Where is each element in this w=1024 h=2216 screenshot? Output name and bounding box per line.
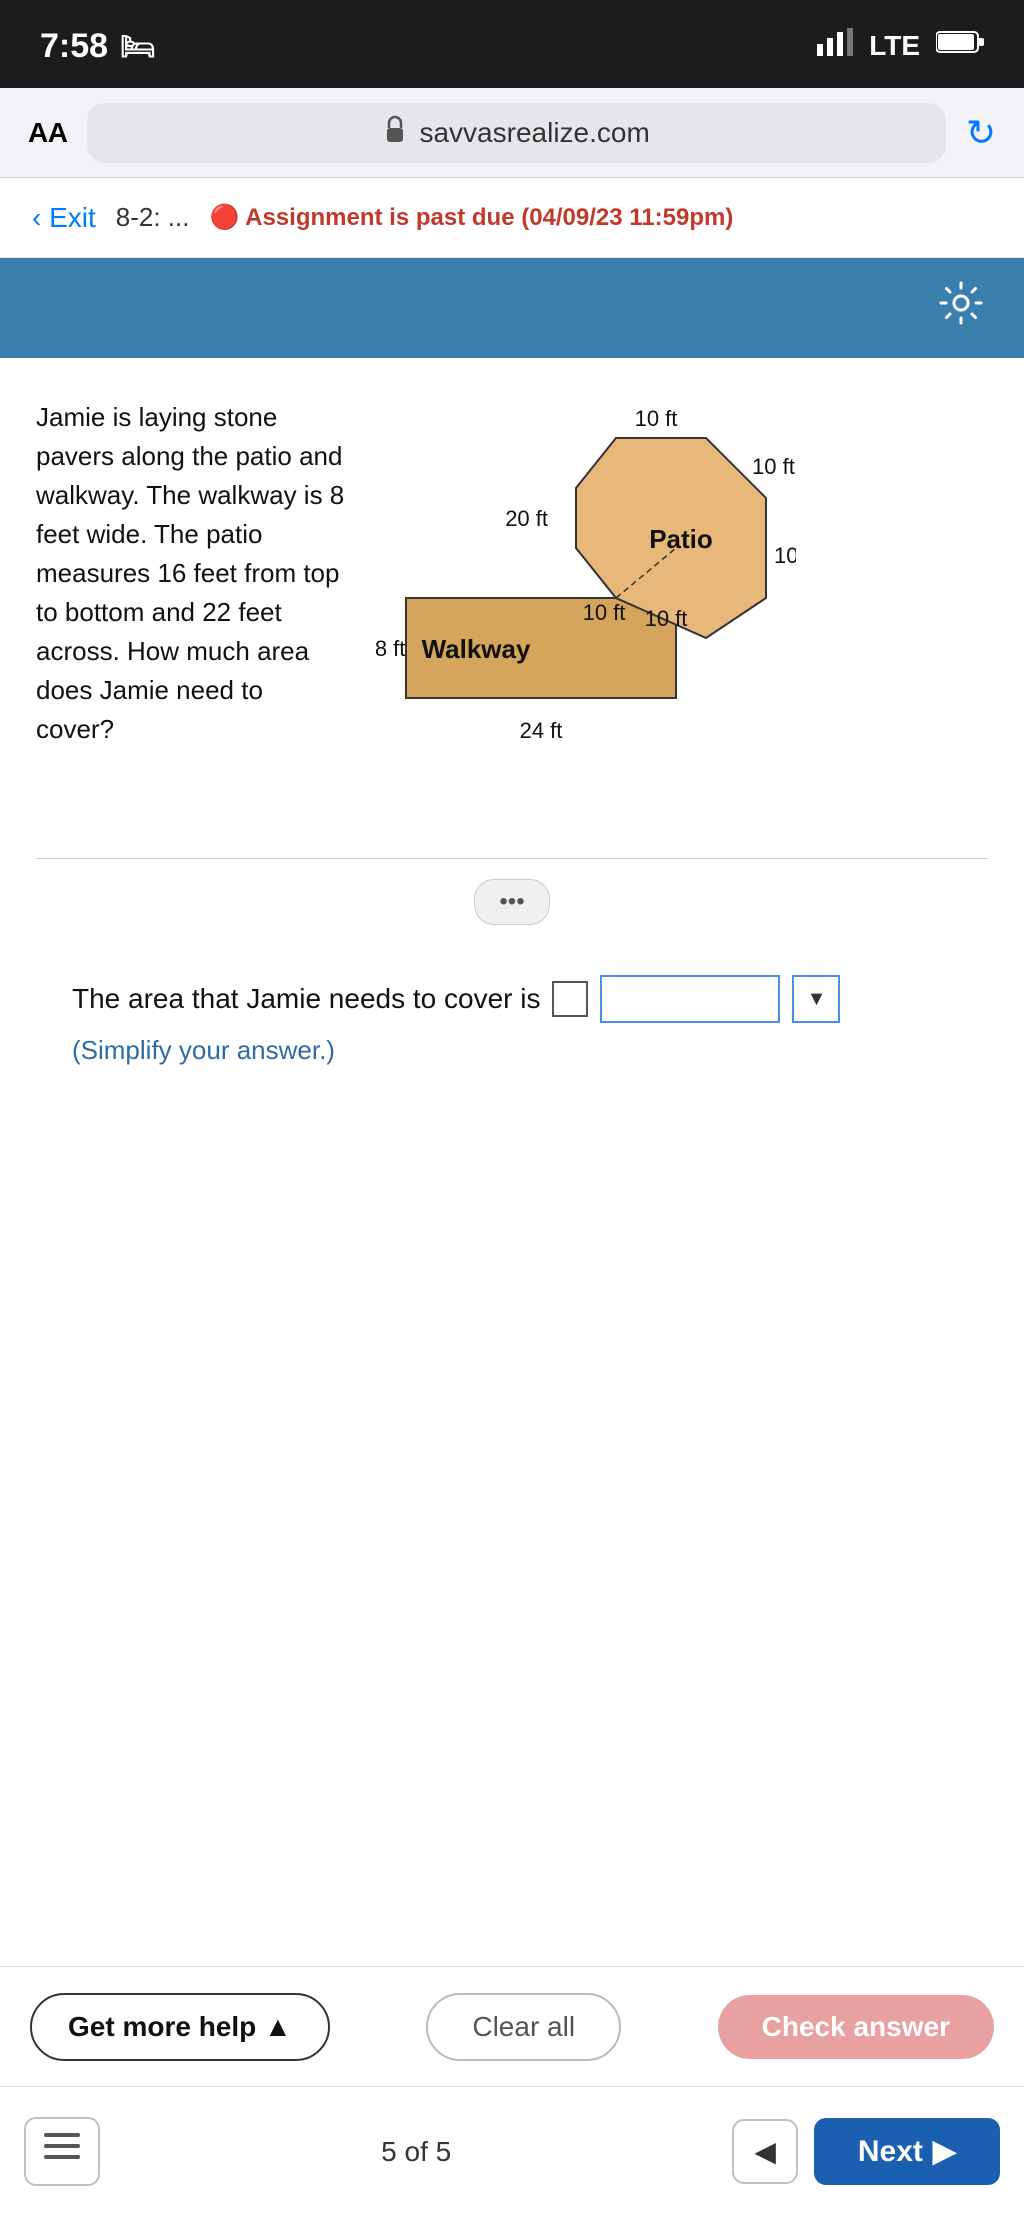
svg-text:20 ft: 20 ft xyxy=(505,506,548,531)
next-button[interactable]: Next ▶ xyxy=(814,2118,1000,2185)
page-nav-group: ◀ Next ▶ xyxy=(732,2118,1000,2185)
svg-text:10 ft: 10 ft xyxy=(774,543,796,568)
status-right: LTE xyxy=(817,28,984,64)
svg-text:Patio: Patio xyxy=(649,524,713,554)
get-more-help-button[interactable]: Get more help ▲ xyxy=(30,1993,330,2061)
svg-text:10 ft: 10 ft xyxy=(752,454,795,479)
clear-all-button[interactable]: Clear all xyxy=(426,1993,621,2061)
diagram-area: Walkway 24 ft 18 ft Patio 10 ft 10 ft xyxy=(376,398,988,818)
answer-line: The area that Jamie needs to cover is ▼ xyxy=(72,975,952,1023)
time-display: 7:58 xyxy=(40,27,108,66)
list-icon xyxy=(44,2139,80,2169)
text-size-button[interactable]: AA xyxy=(28,117,67,149)
alarm-icon: 🛏 xyxy=(120,30,156,63)
answer-prefix: The area that Jamie needs to cover is xyxy=(72,983,540,1015)
expand-button[interactable]: ••• xyxy=(474,879,549,925)
svg-text:10 ft: 10 ft xyxy=(583,600,626,625)
simplify-note: (Simplify your answer.) xyxy=(72,1035,952,1066)
divider-section: ••• xyxy=(36,858,988,925)
bottom-toolbar: Get more help ▲ Clear all Check answer xyxy=(0,1966,1024,2086)
svg-text:24 ft: 24 ft xyxy=(520,718,563,743)
svg-text:10 ft: 10 ft xyxy=(635,406,678,431)
diagram-svg: Walkway 24 ft 18 ft Patio 10 ft 10 ft xyxy=(376,398,796,788)
answer-area: The area that Jamie needs to cover is ▼ … xyxy=(36,955,988,1086)
svg-text:10 ft: 10 ft xyxy=(645,606,688,631)
next-arrow-icon: ▶ xyxy=(933,2134,956,2169)
content-header xyxy=(0,258,1024,358)
url-bar[interactable]: savvasrealize.com xyxy=(87,103,945,163)
check-answer-button[interactable]: Check answer xyxy=(718,1995,994,2059)
status-time: 7:58 🛏 xyxy=(40,27,156,66)
svg-text:Walkway: Walkway xyxy=(422,634,531,664)
url-text: savvasrealize.com xyxy=(419,117,649,149)
next-label: Next xyxy=(858,2135,923,2169)
dropdown-arrow: ▼ xyxy=(807,988,827,1011)
answer-input[interactable] xyxy=(600,975,780,1023)
main-content: Jamie is laying stone pavers along the p… xyxy=(0,358,1024,1116)
answer-checkbox[interactable] xyxy=(552,981,588,1017)
lock-icon xyxy=(383,114,407,152)
problem-text: Jamie is laying stone pavers along the p… xyxy=(36,398,346,749)
page-info: 5 of 5 xyxy=(381,2136,451,2168)
battery-icon xyxy=(936,28,984,64)
settings-icon[interactable] xyxy=(938,280,984,336)
answer-dropdown[interactable]: ▼ xyxy=(792,975,840,1023)
prev-button[interactable]: ◀ xyxy=(732,2119,798,2184)
nav-bar: ‹ Exit 8-2: ... 🔴 Assignment is past due… xyxy=(0,178,1024,258)
browser-bar: AA savvasrealize.com ↻ xyxy=(0,88,1024,178)
exit-button[interactable]: ‹ Exit xyxy=(32,202,96,234)
problem-area: Jamie is laying stone pavers along the p… xyxy=(36,398,988,818)
pagination-bar: 5 of 5 ◀ Next ▶ xyxy=(0,2086,1024,2216)
list-view-button[interactable] xyxy=(24,2117,100,2186)
svg-text:18 ft: 18 ft xyxy=(376,636,405,661)
status-bar: 7:58 🛏 LTE xyxy=(0,0,1024,88)
lte-label: LTE xyxy=(869,30,920,62)
due-notice: 🔴 Assignment is past due (04/09/23 11:59… xyxy=(209,203,733,232)
dots-icon: ••• xyxy=(499,888,524,916)
refresh-button[interactable]: ↻ xyxy=(966,112,996,154)
signal-icon xyxy=(817,28,853,64)
breadcrumb: 8-2: ... xyxy=(116,202,190,233)
